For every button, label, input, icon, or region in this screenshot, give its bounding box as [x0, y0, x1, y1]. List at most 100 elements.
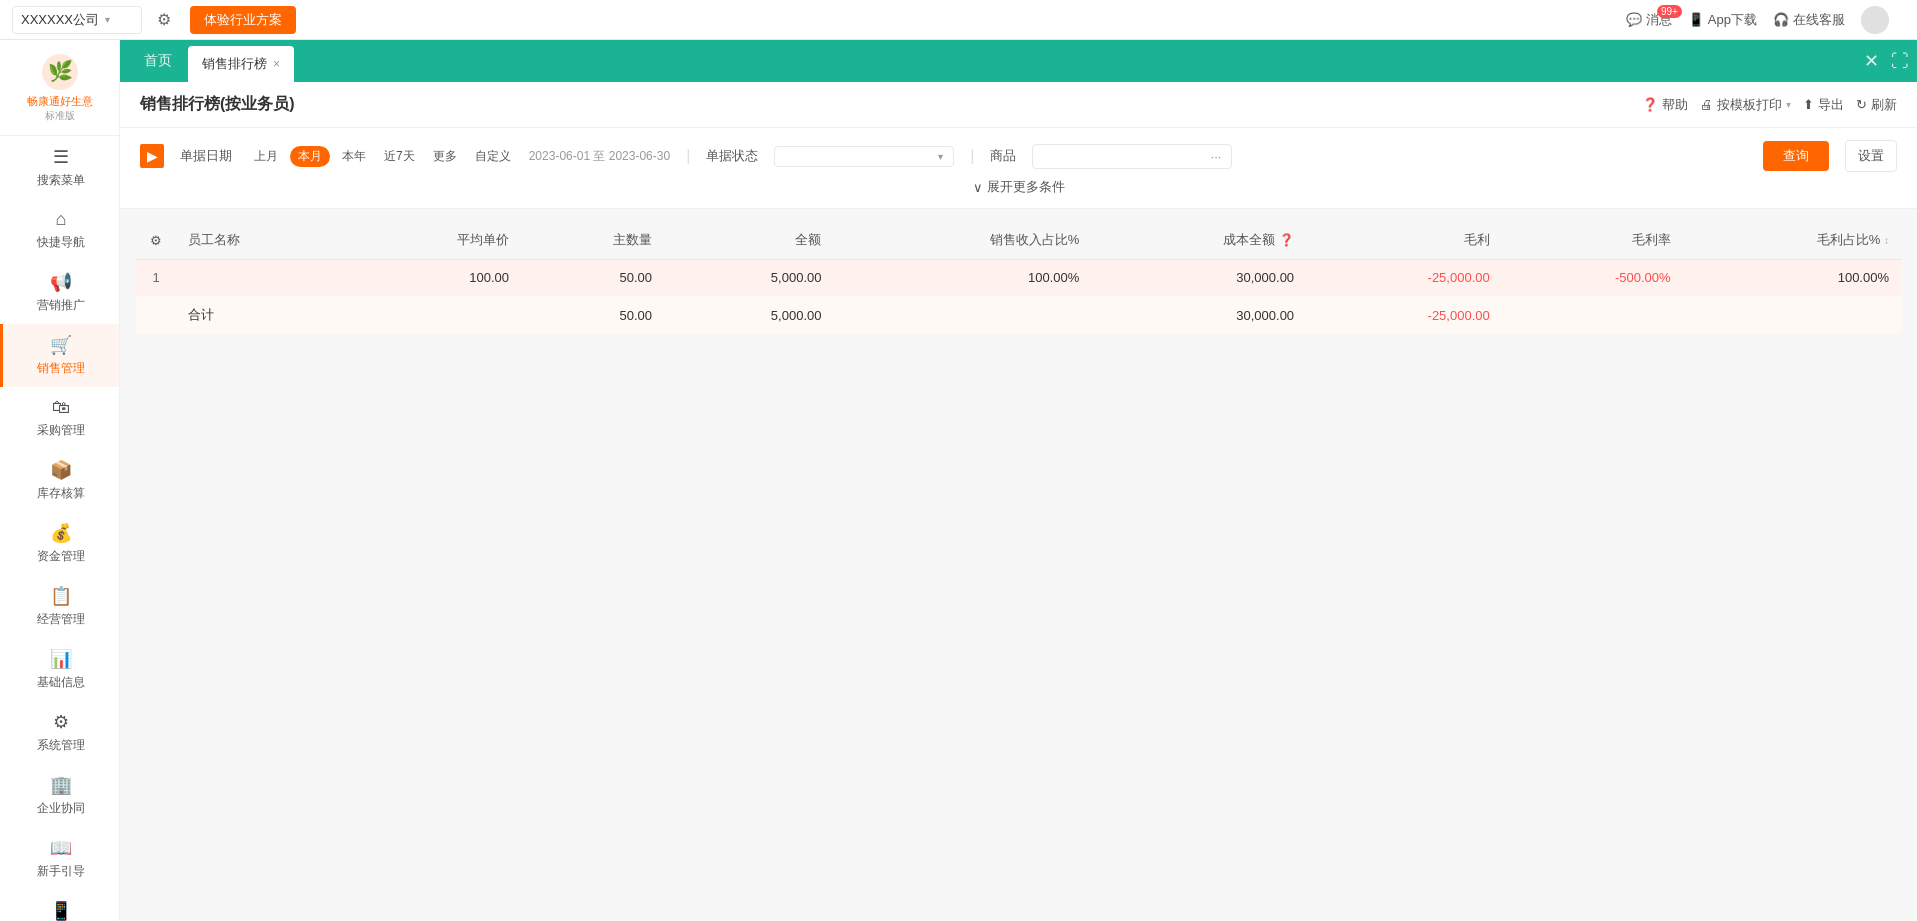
help-icon: ❓ [1642, 97, 1658, 112]
sidebar-item-quick-nav[interactable]: ⌂ 快捷导航 [0, 199, 119, 261]
col-gross-profit: 毛利 [1306, 221, 1502, 260]
footer-gross-pct [1683, 296, 1901, 335]
operations-icon: 📋 [50, 585, 72, 607]
print-button[interactable]: 🖨 按模板打印 ▾ [1700, 96, 1791, 114]
footer-sales-pct [833, 296, 1091, 335]
sidebar-item-search-orders[interactable]: ☰ 搜索菜单 [0, 136, 119, 199]
sidebar-item-label: 基础信息 [37, 674, 85, 691]
table-footer: 合计 50.00 5,000.00 30,000.00 -25,000.00 [136, 296, 1901, 335]
content-area: 首页 销售排行榜 × ✕ ⛶ 销售排行榜(按业务员) ❓ 帮助 [120, 40, 1917, 921]
help-button[interactable]: ❓ 帮助 [1642, 96, 1688, 114]
cell-gross-pct: 100.00% [1683, 260, 1901, 296]
online-service-button[interactable]: 🎧 在线客服 [1773, 11, 1845, 29]
date-opt-this-year[interactable]: 本年 [336, 146, 372, 167]
col-cost-amount: 成本全额 ❓ [1091, 221, 1306, 260]
expand-chevron-icon: ∨ [973, 180, 983, 195]
print-chevron: ▾ [1786, 99, 1791, 110]
cost-help-icon[interactable]: ❓ [1279, 233, 1294, 247]
sidebar-item-label: 企业协同 [37, 800, 85, 817]
app-icon: 📱 [1688, 12, 1704, 27]
top-header: XXXXXX公司 ▾ ⚙ 体验行业方案 💬 消息 99+ 📱 App下载 🎧 在… [0, 0, 1917, 40]
service-label: 在线客服 [1793, 11, 1845, 29]
refresh-button[interactable]: ↻ 刷新 [1856, 96, 1897, 114]
purchase-icon: 🛍 [52, 397, 70, 418]
sidebar-item-enterprise[interactable]: 🏢 企业协同 [0, 764, 119, 827]
sidebar-item-label: 系统管理 [37, 737, 85, 754]
tab-close-icon[interactable]: × [273, 57, 280, 71]
query-button[interactable]: 查询 [1763, 141, 1829, 171]
tab-sales-ranking[interactable]: 销售排行榜 × [188, 46, 294, 82]
date-opt-prev-month[interactable]: 上月 [248, 146, 284, 167]
status-filter-label: 单据状态 [706, 147, 758, 165]
marketing-icon: 📢 [50, 271, 72, 293]
chevron-down-icon: ▾ [105, 14, 110, 25]
page-header: 销售排行榜(按业务员) ❓ 帮助 🖨 按模板打印 ▾ ⬆ 导出 [120, 82, 1917, 128]
sidebar-item-finance[interactable]: 💰 资金管理 [0, 512, 119, 575]
sidebar-item-label: 新手引导 [37, 863, 85, 880]
main-layout: 🌿 畅康通好生意 标准版 ☰ 搜索菜单 ⌂ 快捷导航 📢 营销推广 🛒 销售管理… [0, 40, 1917, 921]
col-settings[interactable]: ⚙ [136, 221, 176, 260]
app-download-button[interactable]: 📱 App下载 [1688, 11, 1757, 29]
sidebar-item-sales[interactable]: 🛒 销售管理 [0, 324, 119, 387]
sidebar-item-app-center[interactable]: 📱 应用中心 [0, 890, 119, 921]
sidebar-item-guide[interactable]: 📖 新手引导 [0, 827, 119, 890]
avatar[interactable] [1861, 6, 1889, 34]
sidebar-item-label: 采购管理 [37, 422, 85, 439]
company-selector[interactable]: XXXXXX公司 ▾ [12, 6, 142, 34]
export-button[interactable]: ⬆ 导出 [1803, 96, 1844, 114]
date-opt-last-7-days[interactable]: 近7天 [378, 146, 421, 167]
sidebar-item-basic-info[interactable]: 📊 基础信息 [0, 638, 119, 701]
page-actions: ❓ 帮助 🖨 按模板打印 ▾ ⬆ 导出 ↻ 刷新 [1642, 96, 1897, 114]
footer-empty-1 [136, 296, 176, 335]
export-label: 导出 [1818, 96, 1844, 114]
company-name: XXXXXX公司 [21, 11, 99, 29]
app-center-icon: 📱 [50, 900, 72, 921]
sidebar-item-operations[interactable]: 📋 经营管理 [0, 575, 119, 638]
cell-gross-rate: -500.00% [1502, 260, 1683, 296]
filter-row-1: ▶ 单据日期 上月 本月 本年 近7天 更多 自定义 2023-06-01 至 … [140, 140, 1897, 172]
goods-select[interactable]: ··· [1032, 144, 1232, 169]
sidebar-item-label: 经营管理 [37, 611, 85, 628]
cell-avg-price: 100.00 [349, 260, 522, 296]
date-opt-custom[interactable]: 自定义 [469, 146, 517, 167]
date-opt-this-month[interactable]: 本月 [290, 146, 330, 167]
window-close-btn[interactable]: ✕ [1864, 50, 1879, 72]
sidebar-item-system[interactable]: ⚙ 系统管理 [0, 701, 119, 764]
message-button[interactable]: 💬 消息 99+ [1626, 11, 1672, 29]
sidebar-item-label: 快捷导航 [37, 234, 85, 251]
tab-label: 销售排行榜 [202, 55, 267, 73]
logo-sub: 标准版 [45, 109, 75, 123]
sidebar-item-purchase[interactable]: 🛍 采购管理 [0, 387, 119, 449]
sidebar-item-label: 库存核算 [37, 485, 85, 502]
home-icon: ⌂ [56, 209, 67, 230]
sidebar: 🌿 畅康通好生意 标准版 ☰ 搜索菜单 ⌂ 快捷导航 📢 营销推广 🛒 销售管理… [0, 40, 120, 921]
col-main-qty: 主数量 [521, 221, 664, 260]
logo-icon: 🌿 [40, 52, 80, 92]
trial-button[interactable]: 体验行业方案 [190, 6, 296, 34]
filter-toggle-btn[interactable]: ▶ [140, 144, 164, 168]
col-total-amount: 全额 [664, 221, 833, 260]
tab-bar: 首页 销售排行榜 × ✕ ⛶ [120, 40, 1917, 82]
cell-cost-amount: 30,000.00 [1091, 260, 1306, 296]
expand-more-conditions[interactable]: ∨ 展开更多条件 [140, 172, 1897, 196]
goods-filter-label: 商品 [990, 147, 1016, 165]
tab-home[interactable]: 首页 [128, 40, 188, 82]
footer-avg-price [349, 296, 522, 335]
print-label: 按模板打印 [1717, 96, 1782, 114]
sidebar-item-inventory[interactable]: 📦 库存核算 [0, 449, 119, 512]
sidebar-item-marketing[interactable]: 📢 营销推广 [0, 261, 119, 324]
cell-sales-pct: 100.00% [833, 260, 1091, 296]
col-gross-rate: 毛利率 [1502, 221, 1683, 260]
window-maximize-btn[interactable]: ⛶ [1891, 51, 1909, 72]
settings-icon[interactable]: ⚙ [150, 6, 178, 34]
goods-more-icon[interactable]: ··· [1211, 149, 1222, 164]
date-opt-more[interactable]: 更多 [427, 146, 463, 167]
filter-divider-2: | [970, 147, 974, 165]
help-label: 帮助 [1662, 96, 1688, 114]
table-header: ⚙ 员工名称 平均单价 主数量 全额 销售收入占比% 成本全额 ❓ 毛利 毛利率 [136, 221, 1901, 260]
basic-info-icon: 📊 [50, 648, 72, 670]
filter-settings-button[interactable]: 设置 [1845, 140, 1897, 172]
status-select[interactable]: ▾ [774, 146, 954, 167]
gross-pct-sort-icon[interactable]: ↕ [1884, 235, 1889, 246]
sidebar-logo: 🌿 畅康通好生意 标准版 [0, 40, 119, 136]
